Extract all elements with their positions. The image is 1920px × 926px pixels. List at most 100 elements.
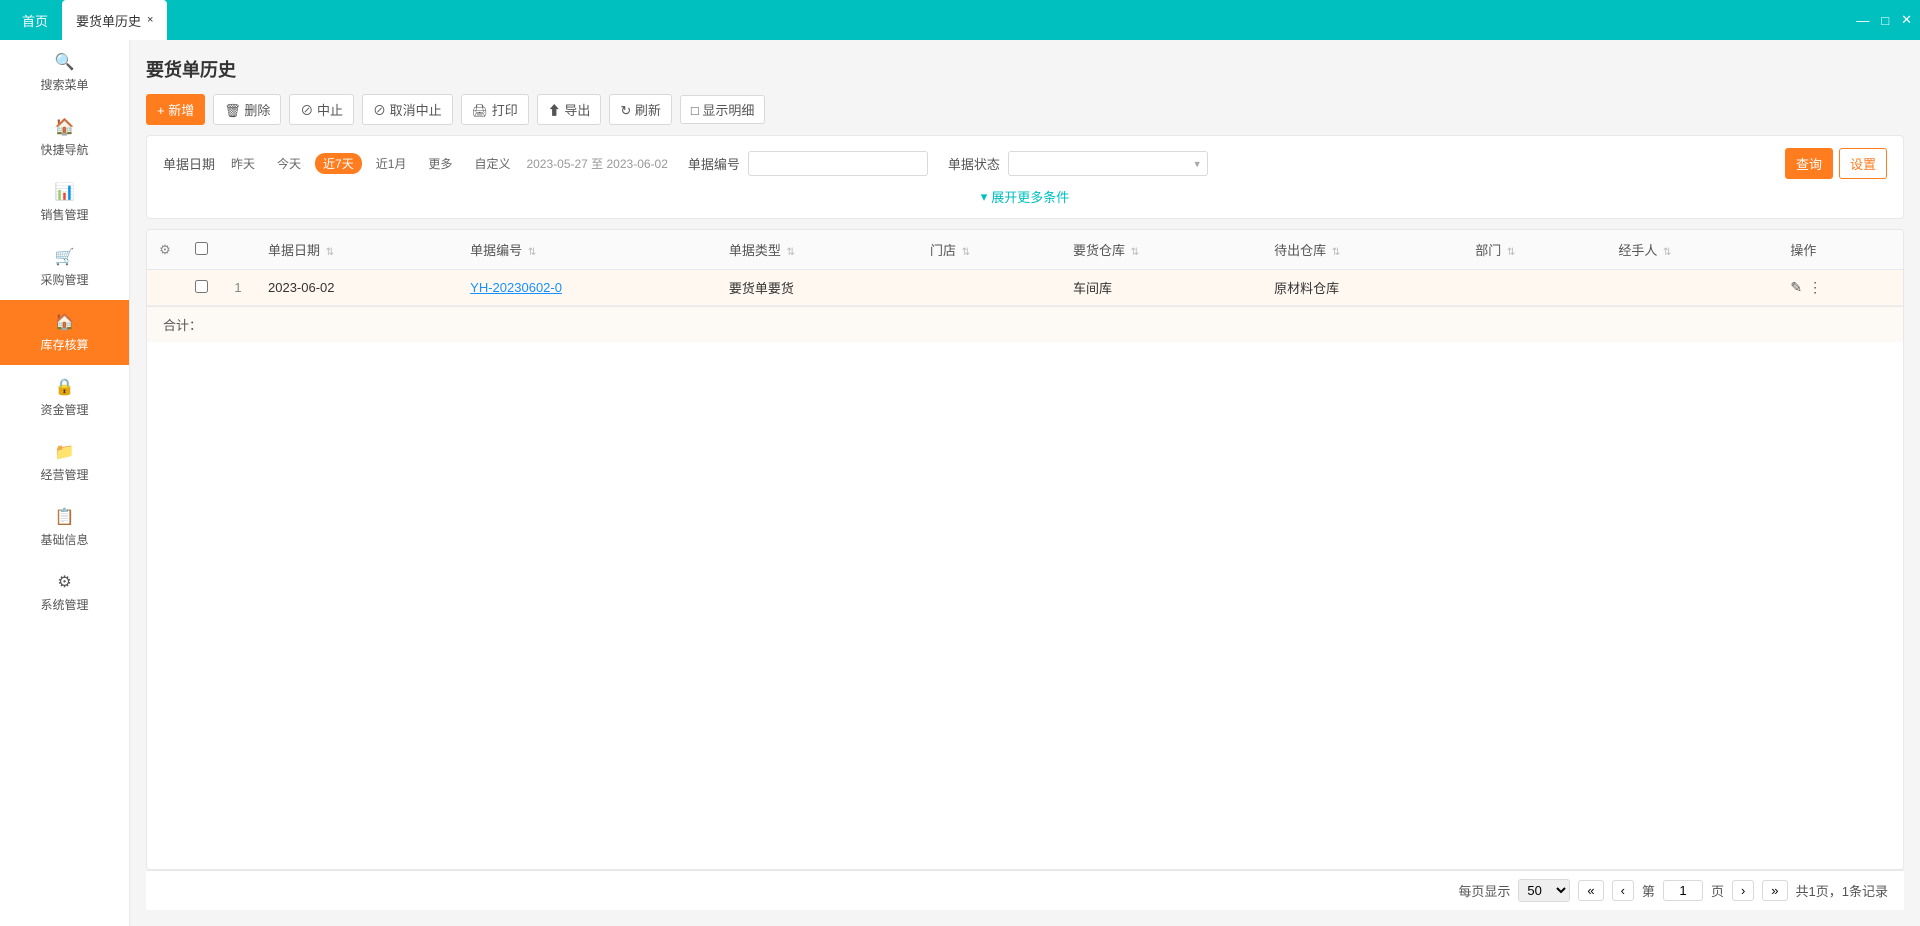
gear-icon: ⚙ <box>57 572 71 592</box>
page-size-select[interactable]: 50 10 20 100 <box>1518 879 1570 902</box>
bill-no-filter: 单据编号 <box>688 151 928 176</box>
summary-label: 合计： <box>163 318 202 333</box>
bill-status-select[interactable] <box>1008 151 1208 176</box>
bill-no-input[interactable] <box>748 151 928 176</box>
bill-date-filter: 单据日期 昨天 今天 近7天 近1月 更多 自定义 2023-05-27 至 2… <box>163 153 668 174</box>
sidebar-item-base-info[interactable]: 📋 基础信息 <box>0 495 129 560</box>
td-department <box>1463 270 1606 306</box>
bill-status-select-wrap <box>1008 151 1208 176</box>
close-btn[interactable]: ✕ <box>1901 12 1912 28</box>
action-icons: ✎ ⋮ <box>1790 279 1891 296</box>
date-btn-yesterday[interactable]: 昨天 <box>223 153 263 174</box>
maximize-btn[interactable]: □ <box>1881 13 1889 28</box>
sort-icon-bill-type: ⇅ <box>787 247 795 258</box>
sidebar-item-finance[interactable]: 🔒 资金管理 <box>0 365 129 430</box>
sort-icon-department: ⇅ <box>1507 247 1515 258</box>
display-detail-button[interactable]: □ 显示明细 <box>680 95 765 124</box>
date-options: 昨天 今天 近7天 近1月 更多 自定义 <box>223 153 518 174</box>
sidebar: 🔍 搜索菜单 🏠 快捷导航 📊 销售管理 🛒 采购管理 🏠 库存核算 🔒 资金管… <box>0 40 130 926</box>
sort-icon-bill-date: ⇅ <box>326 247 334 258</box>
tab-close-icon[interactable]: × <box>147 14 153 26</box>
sidebar-item-operations[interactable]: 📁 经营管理 <box>0 430 129 495</box>
delete-button[interactable]: 🗑 删除 <box>213 94 281 125</box>
minimize-btn[interactable]: — <box>1856 13 1869 28</box>
sidebar-item-sales[interactable]: 📊 销售管理 <box>0 170 129 235</box>
date-btn-7days[interactable]: 近7天 <box>315 153 362 174</box>
th-action: 操作 <box>1778 230 1903 270</box>
bill-date-label: 单据日期 <box>163 154 215 173</box>
last-page-button[interactable]: » <box>1762 880 1787 901</box>
table-header-row: ⚙ 单据日期 ⇅ 单据编号 ⇅ <box>147 230 1903 270</box>
th-pending-warehouse[interactable]: 待出仓库 ⇅ <box>1262 230 1463 270</box>
stop-button[interactable]: ⊘ 中止 <box>289 94 354 125</box>
th-bill-no[interactable]: 单据编号 ⇅ <box>458 230 717 270</box>
filter-row-1: 单据日期 昨天 今天 近7天 近1月 更多 自定义 2023-05-27 至 2… <box>163 148 1887 179</box>
settings-button[interactable]: 设置 <box>1839 148 1887 179</box>
content-area: 要货单历史 + 新增 🗑 删除 ⊘ 中止 ⊘ 取消中止 🖨 打印 ⬆ 导出 ↻ … <box>130 40 1920 926</box>
more-icon[interactable]: ⋮ <box>1808 279 1822 296</box>
refresh-button[interactable]: ↻ 刷新 <box>609 94 672 125</box>
print-button[interactable]: 🖨 打印 <box>461 94 529 125</box>
bill-status-filter: 单据状态 <box>948 151 1208 176</box>
filter-panel: 单据日期 昨天 今天 近7天 近1月 更多 自定义 2023-05-27 至 2… <box>146 135 1904 219</box>
table-wrap: ⚙ 单据日期 ⇅ 单据编号 ⇅ <box>146 229 1904 870</box>
th-department[interactable]: 部门 ⇅ <box>1463 230 1606 270</box>
new-button[interactable]: + 新增 <box>146 94 205 125</box>
table-footer: 合计： <box>147 306 1903 342</box>
tab-bill-history[interactable]: 要货单历史 × <box>62 0 167 40</box>
query-button[interactable]: 查询 <box>1785 148 1833 179</box>
folder-icon: 📁 <box>55 442 75 462</box>
sort-icon-store: ⇅ <box>962 247 970 258</box>
sidebar-item-system[interactable]: ⚙ 系统管理 <box>0 560 129 625</box>
window-controls: — □ ✕ <box>1856 12 1912 28</box>
sort-icon-bill-no: ⇅ <box>528 247 536 258</box>
bill-no-label: 单据编号 <box>688 154 740 173</box>
date-range-text: 2023-05-27 至 2023-06-02 <box>526 155 667 172</box>
sidebar-item-search[interactable]: 🔍 搜索菜单 <box>0 40 129 105</box>
expand-button[interactable]: ▾ 展开更多条件 <box>981 187 1070 206</box>
th-bill-type[interactable]: 单据类型 ⇅ <box>717 230 918 270</box>
sort-icon-req-warehouse: ⇅ <box>1131 247 1139 258</box>
th-checkbox <box>183 230 220 270</box>
page-size-label: 每页显示 <box>1458 881 1510 900</box>
select-all-checkbox[interactable] <box>195 242 208 255</box>
td-bill-date: 2023-06-02 <box>256 270 458 306</box>
page-title: 要货单历史 <box>146 56 1904 82</box>
sidebar-item-quicknav[interactable]: 🏠 快捷导航 <box>0 105 129 170</box>
first-page-button[interactable]: « <box>1578 880 1603 901</box>
date-btn-today[interactable]: 今天 <box>269 153 309 174</box>
th-handler[interactable]: 经手人 ⇅ <box>1606 230 1778 270</box>
th-bill-date[interactable]: 单据日期 ⇅ <box>256 230 458 270</box>
date-btn-more[interactable]: 更多 <box>420 153 460 174</box>
table-row: 1 2023-06-02 YH-20230602-0 要货单要货 车间库 原材料… <box>147 270 1903 306</box>
td-bill-no: YH-20230602-0 <box>458 270 717 306</box>
td-store <box>918 270 1061 306</box>
export-button[interactable]: ⬆ 导出 <box>537 94 602 125</box>
date-btn-custom[interactable]: 自定义 <box>466 153 518 174</box>
bill-no-link[interactable]: YH-20230602-0 <box>470 280 562 295</box>
sidebar-item-purchase[interactable]: 🛒 采购管理 <box>0 235 129 300</box>
page-label: 第 <box>1642 881 1655 900</box>
filter-actions: 查询 设置 <box>1785 148 1887 179</box>
page-input[interactable] <box>1663 880 1703 901</box>
search-icon: 🔍 <box>55 52 75 72</box>
edit-icon[interactable]: ✎ <box>1790 279 1802 296</box>
td-action: ✎ ⋮ <box>1778 270 1903 306</box>
td-settings <box>147 270 183 306</box>
th-settings[interactable]: ⚙ <box>147 230 183 270</box>
th-req-warehouse[interactable]: 要货仓库 ⇅ <box>1061 230 1262 270</box>
main-layout: 🔍 搜索菜单 🏠 快捷导航 📊 销售管理 🛒 采购管理 🏠 库存核算 🔒 资金管… <box>0 40 1920 926</box>
cancel-stop-button[interactable]: ⊘ 取消中止 <box>362 94 453 125</box>
toolbar: + 新增 🗑 删除 ⊘ 中止 ⊘ 取消中止 🖨 打印 ⬆ 导出 ↻ 刷新 □ 显… <box>146 94 1904 125</box>
data-table: ⚙ 单据日期 ⇅ 单据编号 ⇅ <box>147 230 1903 306</box>
next-page-button[interactable]: › <box>1732 880 1754 901</box>
row-checkbox[interactable] <box>195 280 208 293</box>
prev-page-button[interactable]: ‹ <box>1612 880 1634 901</box>
date-btn-1month[interactable]: 近1月 <box>368 153 415 174</box>
th-store[interactable]: 门店 ⇅ <box>918 230 1061 270</box>
cart-icon: 🛒 <box>55 247 75 267</box>
chart-icon: 📊 <box>55 182 75 202</box>
tab-home[interactable]: 首页 <box>8 0 62 40</box>
sidebar-item-inventory[interactable]: 🏠 库存核算 <box>0 300 129 365</box>
sort-icon-pending-warehouse: ⇅ <box>1332 247 1340 258</box>
